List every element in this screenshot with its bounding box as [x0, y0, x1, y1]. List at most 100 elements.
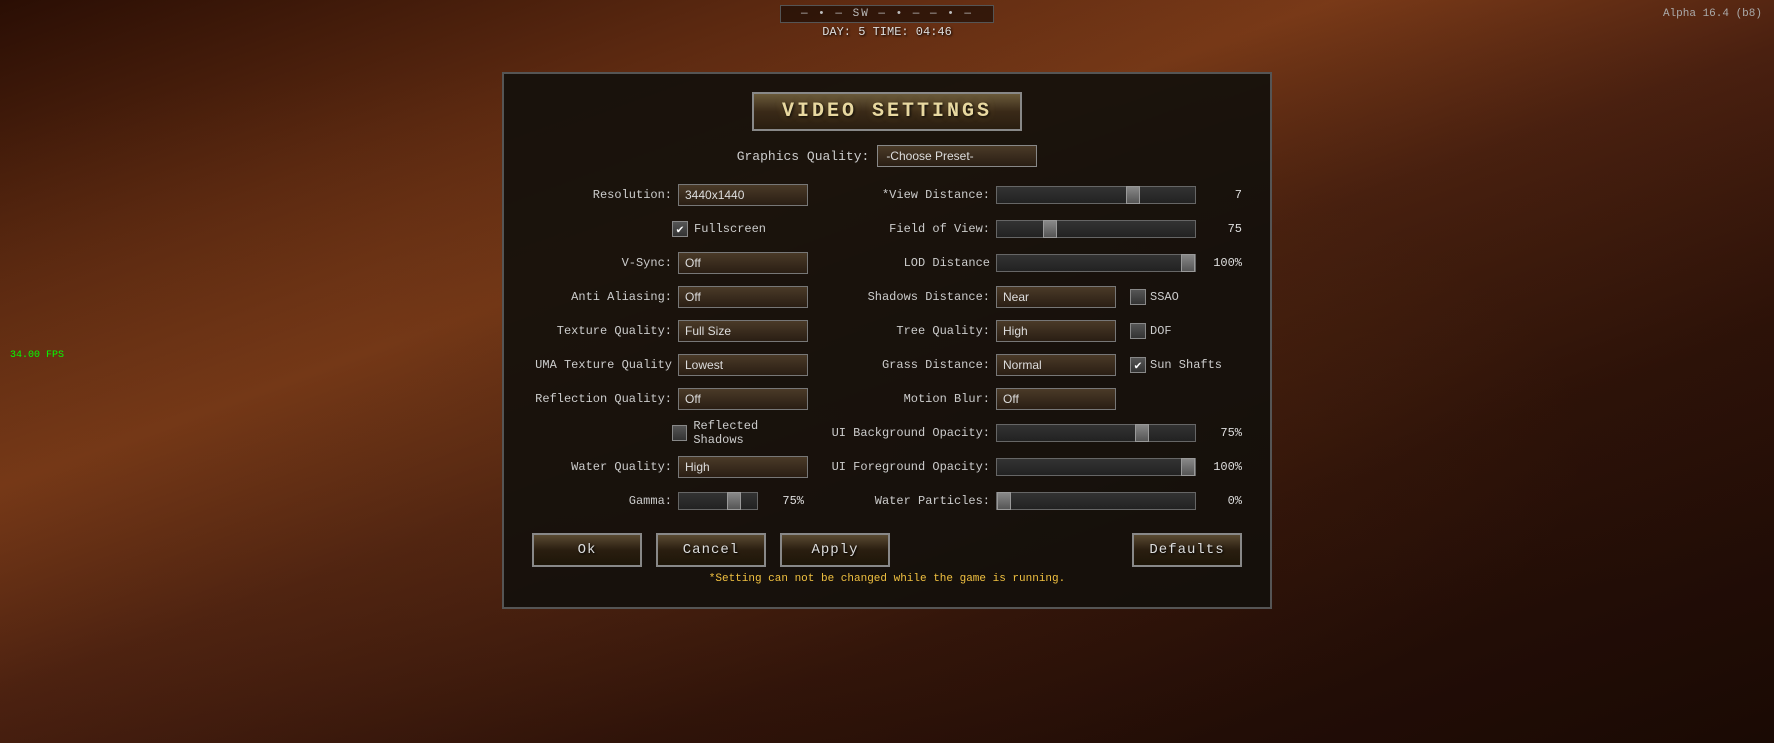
- ui-bg-slider-container: 75%: [996, 424, 1242, 442]
- shadows-label: Shadows Distance:: [830, 290, 990, 304]
- ui-bg-value: 75%: [1202, 426, 1242, 440]
- sun-shafts-checkbox[interactable]: ✔: [1130, 357, 1146, 373]
- lod-slider-container: 100%: [996, 254, 1242, 272]
- fullscreen-label: Fullscreen: [694, 222, 766, 236]
- motion-row: Motion Blur: Off: [830, 385, 1242, 413]
- tree-select[interactable]: High: [996, 320, 1116, 342]
- preset-label: Graphics Quality:: [737, 149, 870, 164]
- shadows-select[interactable]: Near: [996, 286, 1116, 308]
- reflection-row: Reflection Quality: Off: [532, 385, 810, 413]
- motion-label: Motion Blur:: [830, 392, 990, 406]
- aa-select[interactable]: Off: [678, 286, 808, 308]
- dof-label: DOF: [1150, 324, 1172, 338]
- ui-fg-row: UI Foreground Opacity: 100%: [830, 453, 1242, 481]
- texture-row: Texture Quality: Full Size: [532, 317, 810, 345]
- resolution-label: Resolution:: [532, 188, 672, 202]
- video-settings-dialog: VIDEO SETTINGS Graphics Quality: -Choose…: [502, 72, 1272, 609]
- gamma-slider-container: 75%: [678, 492, 810, 510]
- lod-slider[interactable]: [996, 254, 1196, 272]
- texture-select[interactable]: Full Size: [678, 320, 808, 342]
- water-particles-slider[interactable]: [996, 492, 1196, 510]
- uma-label: UMA Texture Quality: [532, 358, 672, 372]
- fov-value: 75: [1202, 222, 1242, 236]
- graphics-quality-select[interactable]: -Choose Preset-: [877, 145, 1037, 167]
- ui-fg-slider-container: 100%: [996, 458, 1242, 476]
- lod-value: 100%: [1202, 256, 1242, 270]
- water-particles-row: Water Particles: 0%: [830, 487, 1242, 515]
- preset-row: Graphics Quality: -Choose Preset-: [532, 145, 1242, 167]
- view-distance-slider[interactable]: [996, 186, 1196, 204]
- water-particles-label: Water Particles:: [830, 494, 990, 508]
- sun-shafts-label: Sun Shafts: [1150, 358, 1222, 372]
- day-time: DAY: 5 TIME: 04:46: [822, 25, 952, 39]
- ssao-label: SSAO: [1150, 290, 1179, 304]
- gamma-label: Gamma:: [532, 494, 672, 508]
- fps-display: 34.00 FPS: [10, 350, 64, 361]
- ui-fg-slider[interactable]: [996, 458, 1196, 476]
- right-column: *View Distance: 7 Field of View: 75 LOD …: [830, 181, 1242, 515]
- fullscreen-row: ✔ Fullscreen: [532, 215, 810, 243]
- water-quality-row: Water Quality: High: [532, 453, 810, 481]
- buttons-row: Ok Cancel Apply Defaults: [532, 533, 1242, 567]
- reflected-shadows-row: Reflected Shadows: [532, 419, 810, 447]
- lod-row: LOD Distance 100%: [830, 249, 1242, 277]
- grass-label: Grass Distance:: [830, 358, 990, 372]
- fov-slider[interactable]: [996, 220, 1196, 238]
- dof-checkbox[interactable]: [1130, 323, 1146, 339]
- texture-label: Texture Quality:: [532, 324, 672, 338]
- left-column: Resolution: 3440x1440 ✔ Fullscreen V-Syn…: [532, 181, 810, 515]
- water-particles-slider-container: 0%: [996, 492, 1242, 510]
- ui-fg-value: 100%: [1202, 460, 1242, 474]
- warning-text: *Setting can not be changed while the ga…: [532, 573, 1242, 585]
- vsync-label: V-Sync:: [532, 256, 672, 270]
- reflection-label: Reflection Quality:: [532, 392, 672, 406]
- ok-button[interactable]: Ok: [532, 533, 642, 567]
- aa-label: Anti Aliasing:: [532, 290, 672, 304]
- fullscreen-checkbox[interactable]: ✔: [672, 221, 688, 237]
- dialog-title: VIDEO SETTINGS: [752, 92, 1022, 131]
- cancel-button[interactable]: Cancel: [656, 533, 766, 567]
- water-quality-select[interactable]: High: [678, 456, 808, 478]
- compass-bar: — • — SW — • — — • —: [780, 5, 994, 23]
- gamma-row: Gamma: 75%: [532, 487, 810, 515]
- tree-row: Tree Quality: High DOF: [830, 317, 1242, 345]
- resolution-select[interactable]: 3440x1440: [678, 184, 808, 206]
- reflection-select[interactable]: Off: [678, 388, 808, 410]
- tree-label: Tree Quality:: [830, 324, 990, 338]
- reflected-shadows-checkbox[interactable]: [672, 425, 687, 441]
- motion-select[interactable]: Off: [996, 388, 1116, 410]
- gamma-slider[interactable]: [678, 492, 758, 510]
- water-particles-value: 0%: [1202, 494, 1242, 508]
- ui-fg-label: UI Foreground Opacity:: [830, 460, 990, 474]
- ui-bg-row: UI Background Opacity: 75%: [830, 419, 1242, 447]
- fov-label: Field of View:: [830, 222, 990, 236]
- view-distance-slider-container: 7: [996, 186, 1242, 204]
- vsync-row: V-Sync: Off: [532, 249, 810, 277]
- water-quality-label: Water Quality:: [532, 460, 672, 474]
- defaults-button[interactable]: Defaults: [1132, 533, 1242, 567]
- ui-bg-label: UI Background Opacity:: [830, 426, 990, 440]
- shadows-row: Shadows Distance: Near SSAO: [830, 283, 1242, 311]
- ui-bg-slider[interactable]: [996, 424, 1196, 442]
- uma-select[interactable]: Lowest: [678, 354, 808, 376]
- uma-row: UMA Texture Quality Lowest: [532, 351, 810, 379]
- settings-grid: Resolution: 3440x1440 ✔ Fullscreen V-Syn…: [532, 181, 1242, 515]
- grass-select[interactable]: Normal: [996, 354, 1116, 376]
- ssao-checkbox[interactable]: [1130, 289, 1146, 305]
- vsync-select[interactable]: Off: [678, 252, 808, 274]
- view-distance-value: 7: [1202, 188, 1242, 202]
- view-distance-label: *View Distance:: [830, 188, 990, 202]
- aa-row: Anti Aliasing: Off: [532, 283, 810, 311]
- fov-row: Field of View: 75: [830, 215, 1242, 243]
- apply-button[interactable]: Apply: [780, 533, 890, 567]
- grass-row: Grass Distance: Normal ✔ Sun Shafts: [830, 351, 1242, 379]
- view-distance-row: *View Distance: 7: [830, 181, 1242, 209]
- fov-slider-container: 75: [996, 220, 1242, 238]
- gamma-value: 75%: [764, 494, 804, 508]
- resolution-row: Resolution: 3440x1440: [532, 181, 810, 209]
- dialog-title-area: VIDEO SETTINGS: [532, 92, 1242, 131]
- hud-top: — • — SW — • — — • — DAY: 5 TIME: 04:46: [780, 5, 994, 39]
- lod-label: LOD Distance: [830, 256, 990, 270]
- reflected-shadows-label: Reflected Shadows: [693, 419, 810, 447]
- version-text: Alpha 16.4 (b8): [1663, 8, 1762, 20]
